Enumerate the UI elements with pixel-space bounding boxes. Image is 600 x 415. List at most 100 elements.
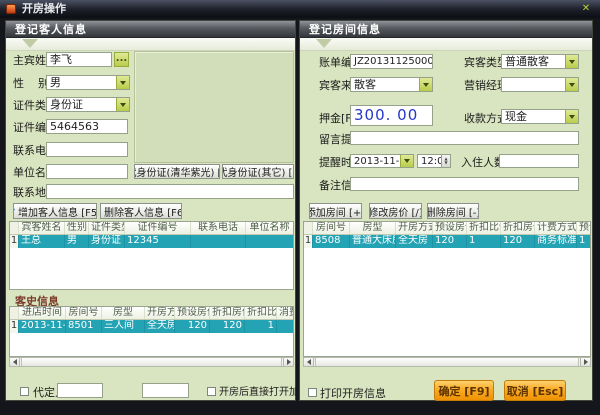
col-discount-price[interactable]: 折扣房价 — [210, 307, 245, 319]
col-guest-name[interactable]: 宾客姓名 — [19, 222, 65, 234]
address-input[interactable] — [46, 184, 294, 199]
agent-input[interactable] — [57, 383, 103, 398]
chevron-down-icon[interactable] — [565, 55, 578, 68]
title-bar[interactable]: 开房操作 ✕ — [0, 0, 600, 18]
col-id-type[interactable]: 证件类型 — [89, 222, 125, 234]
close-icon[interactable]: ✕ — [579, 2, 593, 16]
col-id-no[interactable]: 证件编号 — [125, 222, 191, 234]
open-add-order-checkbox[interactable] — [207, 387, 216, 396]
room-panel-pointer-strip — [300, 38, 592, 51]
scrollbar-thumb[interactable] — [21, 358, 282, 366]
scroll-right-icon[interactable] — [283, 358, 293, 366]
phone-input[interactable] — [46, 142, 128, 157]
remind-clock-spinner[interactable]: 12:00 ▲ ▼ — [417, 154, 451, 168]
col-discount-price[interactable]: 折扣房价 — [501, 222, 535, 234]
col-consume[interactable]: 消费 — [277, 307, 293, 319]
deposit-input[interactable]: 300. 00 — [350, 105, 433, 126]
payment-method-value: 现金 — [505, 110, 527, 123]
cell-checkin-time: 2013-11-25 — [19, 320, 66, 333]
chevron-down-icon[interactable] — [565, 110, 578, 123]
modify-price-button[interactable]: 修改房价 [/] — [369, 203, 422, 219]
confirm-button[interactable]: 确定 [F9] — [434, 380, 494, 401]
delete-guest-button[interactable]: ▲ 删除客人信息 [F6] — [100, 203, 182, 219]
col-room-type[interactable]: 房型 — [350, 222, 396, 234]
guest-info-panel: 登记客人信息 主宾姓名 李飞 ... 性 别 男 证件类型 身份证 证件编号 5… — [5, 20, 329, 401]
guest-source-select[interactable]: 散客 — [350, 77, 433, 92]
add-room-button[interactable]: 添加房间 [+] — [309, 203, 362, 219]
col-room-no[interactable]: 房间号 — [66, 307, 102, 319]
spinner-icon[interactable]: ▲ ▼ — [441, 155, 450, 167]
chevron-down-icon[interactable] — [419, 78, 432, 91]
col-gender[interactable]: 性别 — [65, 222, 89, 234]
col-open-mode[interactable]: 开房方式 — [145, 307, 175, 319]
col-room-type[interactable]: 房型 — [102, 307, 145, 319]
guest-table-row[interactable]: 1 王总 男 身份证 12345 — [10, 235, 293, 248]
id-card-reader-thunis-button[interactable]: 二代身份证(清华紫光) [F2] — [134, 164, 220, 179]
cell-room-no: 8508 — [313, 235, 350, 248]
col-discount-ratio[interactable]: 折扣比例 — [245, 307, 277, 319]
row-selector-header — [10, 307, 19, 319]
room-horizontal-scrollbar[interactable] — [303, 357, 591, 367]
guest-type-value: 普通散客 — [505, 55, 549, 68]
payment-method-select[interactable]: 现金 — [501, 109, 579, 124]
window-title: 开房操作 — [22, 2, 66, 15]
remind-date-select[interactable]: 2013-11-26 — [350, 154, 414, 168]
chevron-down-icon[interactable] — [565, 78, 578, 91]
scroll-left-icon[interactable] — [304, 358, 314, 366]
cell-preset-price: 120 — [175, 320, 210, 333]
cell-preset-price: 120 — [433, 235, 467, 248]
scroll-left-icon[interactable] — [10, 358, 20, 366]
chevron-down-icon[interactable] — [116, 76, 129, 89]
id-no-input[interactable]: 5464563 — [46, 119, 128, 134]
history-table-row[interactable]: 1 2013-11-25 8501 三人间 全天房 120 120 1 — [10, 320, 293, 333]
delete-guest-icon: ▲ — [101, 207, 102, 216]
gender-select[interactable]: 男 — [46, 75, 130, 90]
delete-room-button[interactable]: 删除房间 [-] — [427, 203, 479, 219]
guest-source-value: 散客 — [354, 78, 376, 91]
col-preset-price[interactable]: 预设房价 — [433, 222, 467, 234]
room-panel-title: 登记房间信息 — [300, 21, 592, 38]
col-room-no[interactable]: 房间号 — [313, 222, 350, 234]
guest-type-select[interactable]: 普通散客 — [501, 54, 579, 69]
cell-room-type: 三人间 — [102, 320, 145, 333]
name-browse-button[interactable]: ... — [114, 52, 129, 67]
col-billing-method[interactable]: 计费方式 — [535, 222, 577, 234]
col-checkin-time[interactable]: 进店时间 — [19, 307, 66, 319]
occupants-input[interactable] — [499, 154, 579, 168]
guest-table-header: 宾客姓名 性别 证件类型 证件编号 联系电话 单位名称 — [10, 222, 293, 235]
message-input[interactable] — [350, 131, 579, 145]
print-checkbox-label: 打印开房信息 — [320, 387, 386, 400]
row-selector-header — [304, 222, 313, 234]
chevron-down-icon[interactable] — [400, 155, 413, 167]
company-input[interactable] — [46, 164, 128, 179]
col-preset-price[interactable]: 预设房价 — [175, 307, 210, 319]
sales-manager-select[interactable] — [501, 77, 579, 92]
add-guest-button[interactable]: ▼ 增加客人信息 [F5] — [13, 203, 97, 219]
col-phone[interactable]: 联系电话 — [191, 222, 246, 234]
bill-no-input[interactable]: JZ201311250003 — [350, 54, 433, 69]
cancel-button[interactable]: 取消 [Esc] — [504, 380, 566, 401]
room-info-panel: 登记房间信息 账单编号 JZ201311250003 宾客类型 普通散客 宾客来… — [299, 20, 593, 401]
agent-checkbox[interactable] — [20, 387, 29, 396]
scrollbar-thumb[interactable] — [315, 358, 579, 366]
room-table: 房间号 房型 开房方式 预设房价 折扣比例 折扣房价 计费方式 预住天 1 85… — [303, 221, 591, 357]
col-company[interactable]: 单位名称 — [246, 222, 293, 234]
cell-guest-name: 王总 — [19, 235, 65, 248]
gender-value: 男 — [50, 76, 61, 89]
print-checkbox[interactable] — [308, 388, 317, 397]
spinner-down-icon: ▼ — [444, 160, 448, 165]
col-stay-days[interactable]: 预住天 — [577, 222, 590, 234]
room-table-row[interactable]: 1 8508 普通大床房 全天房 120 1 120 商务标准 1 — [304, 235, 590, 248]
id-card-reader-other-button[interactable]: 二代身份证(其它) [F3] — [222, 164, 294, 179]
history-horizontal-scrollbar[interactable] — [9, 357, 294, 367]
scroll-right-icon[interactable] — [580, 358, 590, 366]
chevron-down-icon[interactable] — [116, 98, 129, 111]
remark-input[interactable] — [350, 177, 579, 191]
agent-extra-input[interactable] — [142, 383, 189, 398]
name-input[interactable]: 李飞 — [46, 52, 112, 67]
col-discount-ratio[interactable]: 折扣比例 — [467, 222, 501, 234]
cell-phone — [191, 235, 246, 248]
id-type-select[interactable]: 身份证 — [46, 97, 130, 112]
col-open-mode[interactable]: 开房方式 — [396, 222, 433, 234]
delete-guest-label: 删除客人信息 [F6] — [104, 207, 182, 219]
